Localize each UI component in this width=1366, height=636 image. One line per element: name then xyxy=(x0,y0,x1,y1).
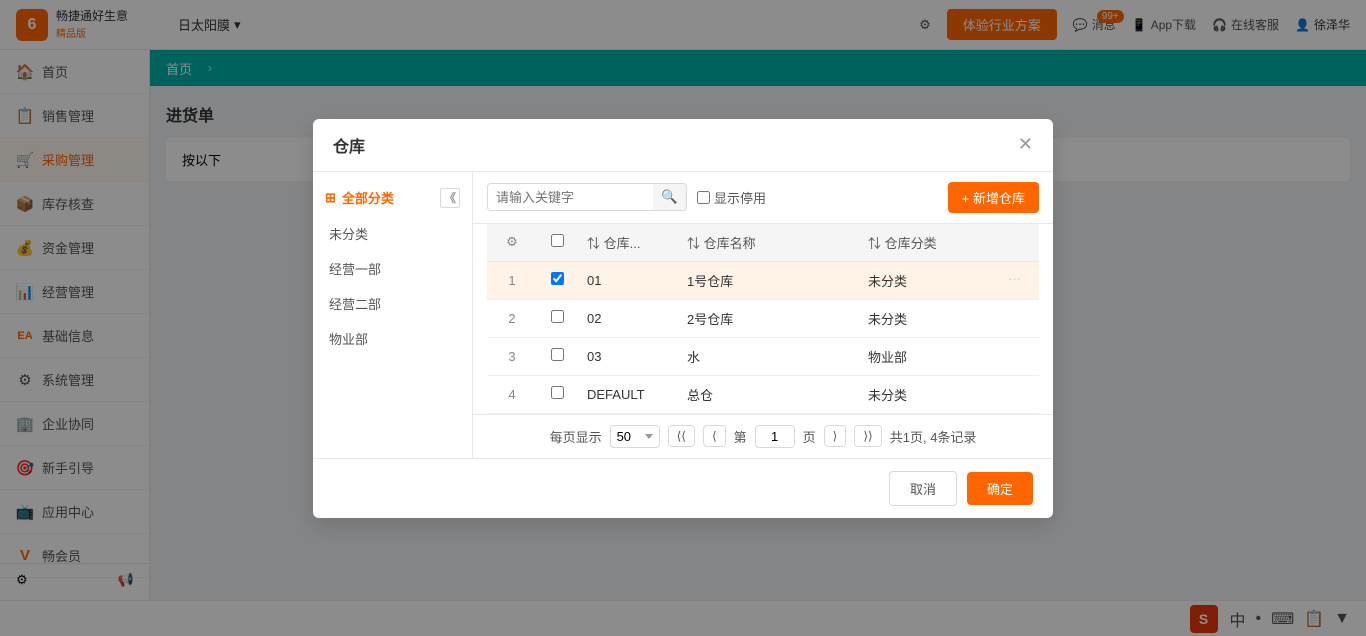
table-row[interactable]: 1 01 1号仓库 未分类··· xyxy=(487,261,1039,299)
cat-item-ops2[interactable]: 经营二部 xyxy=(313,286,472,321)
row-check[interactable] xyxy=(537,261,577,299)
modal-body: ⊞ 全部分类 《 未分类 经营一部 经营二部 物业部 xyxy=(313,172,1053,458)
search-input[interactable] xyxy=(488,185,653,210)
modal-footer: 取消 确定 xyxy=(313,458,1053,518)
row-name: 水 xyxy=(677,337,858,375)
search-wrap: 🔍 xyxy=(487,183,687,211)
row-cat: 未分类 xyxy=(858,299,1039,337)
row-id: 03 xyxy=(577,337,677,375)
row-id: 01 xyxy=(577,261,677,299)
row-id: DEFAULT xyxy=(577,375,677,413)
next-page-button[interactable]: ⟩ xyxy=(824,425,847,447)
table-gear-icon[interactable]: ⚙ xyxy=(506,234,518,249)
all-categories[interactable]: ⊞ 全部分类 《 xyxy=(313,180,472,216)
row-num: 2 xyxy=(487,299,537,337)
select-all-checkbox[interactable] xyxy=(551,234,564,247)
total-label: 共1页, 4条记录 xyxy=(890,427,977,446)
last-page-button[interactable]: ⟩⟩ xyxy=(854,425,881,447)
modal-close-button[interactable]: ✕ xyxy=(1018,134,1033,155)
warehouse-modal: 仓库 ✕ ⊞ 全部分类 《 未分类 经营一部 经营二部 xyxy=(313,119,1053,518)
sort-icon-cat: ⇅ xyxy=(868,236,881,251)
right-panel: 🔍 显示停用 + 新增仓库 ⚙ xyxy=(473,172,1053,458)
category-panel: ⊞ 全部分类 《 未分类 经营一部 经营二部 物业部 xyxy=(313,172,473,458)
add-warehouse-button[interactable]: + 新增仓库 xyxy=(948,182,1039,213)
cat-item-unclassified[interactable]: 未分类 xyxy=(313,216,472,251)
modal-header: 仓库 ✕ xyxy=(313,119,1053,172)
row-cat: 物业部 xyxy=(858,337,1039,375)
per-page-label: 每页显示 xyxy=(550,427,602,446)
page-number-input[interactable] xyxy=(755,425,795,448)
col-header-name[interactable]: ⇅ 仓库名称 xyxy=(677,224,858,262)
grid-icon: ⊞ xyxy=(325,190,336,206)
cat-collapse-button[interactable]: 《 xyxy=(440,188,460,208)
confirm-button[interactable]: 确定 xyxy=(967,472,1033,505)
table-row[interactable]: 2 02 2号仓库 未分类 xyxy=(487,299,1039,337)
cat-item-property[interactable]: 物业部 xyxy=(313,321,472,356)
table-row[interactable]: 4 DEFAULT 总仓 未分类 xyxy=(487,375,1039,413)
row-num: 3 xyxy=(487,337,537,375)
col-header-id[interactable]: ⇅ 仓库... xyxy=(577,224,677,262)
row-check[interactable] xyxy=(537,299,577,337)
sort-icon-name: ⇅ xyxy=(687,236,700,251)
row-id: 02 xyxy=(577,299,677,337)
show-disabled-checkbox[interactable] xyxy=(697,191,710,204)
right-toolbar: 🔍 显示停用 + 新增仓库 xyxy=(473,172,1053,224)
page-label: 第 xyxy=(734,427,747,446)
all-cat-label: 全部分类 xyxy=(342,188,394,207)
modal-overlay: 仓库 ✕ ⊞ 全部分类 《 未分类 经营一部 经营二部 xyxy=(0,0,1366,636)
first-page-button[interactable]: ⟨⟨ xyxy=(668,425,695,447)
row-name: 总仓 xyxy=(677,375,858,413)
show-disabled-text: 显示停用 xyxy=(714,188,766,207)
col-header-cat[interactable]: ⇅ 仓库分类 xyxy=(858,224,1039,262)
row-name: 1号仓库 xyxy=(677,261,858,299)
row-more-btn[interactable]: ··· xyxy=(1008,271,1021,286)
page-suffix: 页 xyxy=(803,427,816,446)
prev-page-button[interactable]: ⟨ xyxy=(703,425,726,447)
show-disabled-label[interactable]: 显示停用 xyxy=(697,188,766,207)
row-cat: 未分类 xyxy=(858,375,1039,413)
sort-icon-id: ⇅ xyxy=(587,236,600,251)
modal-title: 仓库 xyxy=(333,133,365,157)
col-header-check xyxy=(537,224,577,262)
wh-data-table: ⚙ ⇅ 仓库... ⇅ xyxy=(487,224,1039,414)
col-header-gear: ⚙ xyxy=(487,224,537,262)
warehouse-table: ⚙ ⇅ 仓库... ⇅ xyxy=(473,224,1053,414)
row-num: 4 xyxy=(487,375,537,413)
row-num: 1 xyxy=(487,261,537,299)
table-row[interactable]: 3 03 水 物业部 xyxy=(487,337,1039,375)
row-check[interactable] xyxy=(537,375,577,413)
row-check[interactable] xyxy=(537,337,577,375)
pagination-bar: 每页显示 50 100 ⟨⟨ ⟨ 第 页 ⟩ ⟩⟩ 共1页, 4条记录 xyxy=(473,414,1053,458)
cancel-button[interactable]: 取消 xyxy=(889,471,957,506)
row-cat: 未分类··· xyxy=(858,261,1039,299)
cat-item-ops1[interactable]: 经营一部 xyxy=(313,251,472,286)
row-name: 2号仓库 xyxy=(677,299,858,337)
per-page-select[interactable]: 50 100 xyxy=(610,425,660,448)
search-button[interactable]: 🔍 xyxy=(653,184,686,210)
